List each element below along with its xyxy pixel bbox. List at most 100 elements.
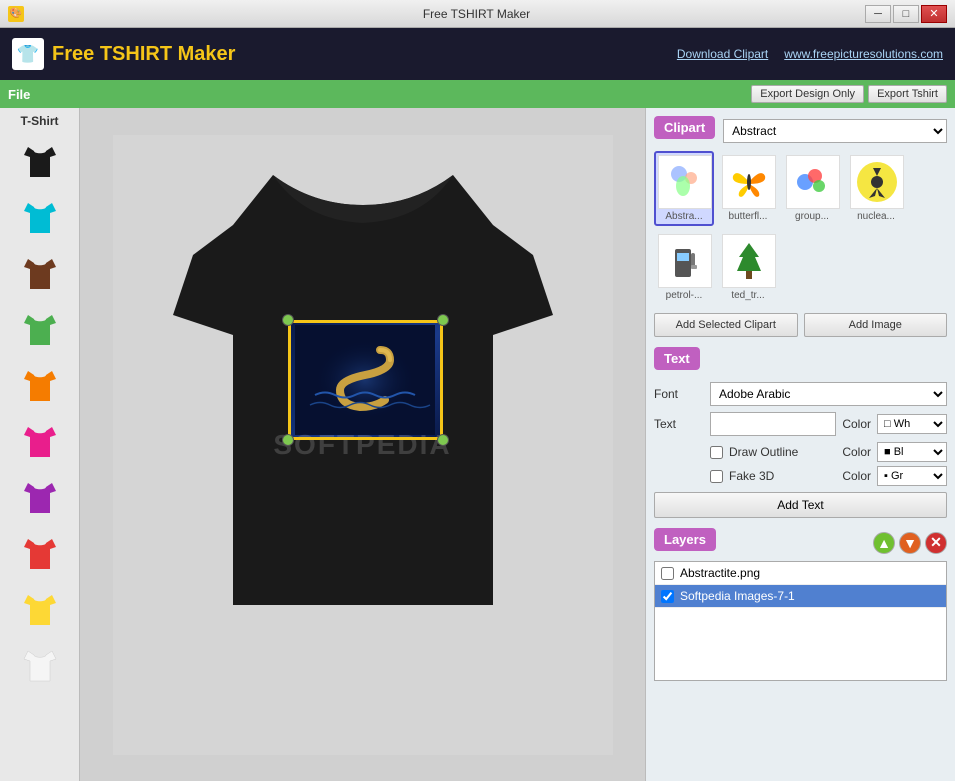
layer-up-button[interactable]: ▲ — [873, 532, 895, 554]
clipart-item-tedtr[interactable]: ted_tr... — [718, 230, 778, 305]
tshirt-color-red[interactable] — [10, 528, 70, 578]
layer-2-checkbox[interactable] — [661, 590, 674, 603]
tshirt-color-white[interactable] — [10, 640, 70, 690]
right-panel: Clipart Abstract Animals Nature Sports F… — [645, 108, 955, 781]
tshirt-color-panel: T-Shirt — [0, 108, 80, 781]
layers-list: Abstractite.png Softpedia Images-7-1 — [654, 561, 947, 681]
logo-tshirt: TSHIRT — [100, 43, 172, 65]
outline-color-label: Color — [842, 445, 871, 459]
clipart-section: Clipart Abstract Animals Nature Sports F… — [654, 116, 947, 337]
logo: 👕 Free TSHIRT Maker — [12, 38, 235, 70]
layers-section-header: Layers — [654, 528, 716, 551]
fake3d-row: Fake 3D Color ▪ Gr □ Wh ■ Bl — [654, 466, 947, 486]
font-row: Font Adobe Arabic Arial Times New Roman … — [654, 382, 947, 406]
text-section: Text Font Adobe Arabic Arial Times New R… — [654, 347, 947, 518]
handle-bottom-left[interactable] — [282, 434, 294, 446]
logo-maker: Maker — [172, 43, 235, 65]
clipart-actions: Add Selected Clipart Add Image — [654, 313, 947, 337]
draw-outline-label: Draw Outline — [729, 445, 836, 459]
fake3d-color-select[interactable]: ▪ Gr □ Wh ■ Bl — [877, 466, 947, 486]
clipart-item-nuclear[interactable]: nuclea... — [846, 151, 906, 226]
clipart-label-tedtr: ted_tr... — [722, 290, 774, 301]
layers-header-row: Layers ▲ ▼ ✕ — [654, 528, 947, 557]
export-tshirt-button[interactable]: Export Tshirt — [868, 85, 947, 103]
clipart-label-abstra: Abstra... — [658, 211, 710, 222]
app-title: Free TSHIRT Maker — [88, 7, 865, 21]
text-section-header: Text — [654, 347, 700, 370]
clipart-item-abstra[interactable]: Abstra... — [654, 151, 714, 226]
clipart-thumb-butterfly — [722, 155, 776, 209]
design-container[interactable] — [288, 320, 443, 440]
tshirt-color-purple[interactable] — [10, 472, 70, 522]
clipart-section-header: Clipart — [654, 116, 715, 139]
clipart-label-group: group... — [786, 211, 838, 222]
layer-1-checkbox[interactable] — [661, 567, 674, 580]
app-header: 👕 Free TSHIRT Maker Download Clipart www… — [0, 28, 955, 80]
clipart-item-group[interactable]: group... — [782, 151, 842, 226]
clipart-category-select[interactable]: Abstract Animals Nature Sports Food Trav… — [723, 119, 947, 143]
tshirt-color-brown[interactable] — [10, 248, 70, 298]
clipart-label-butterfly: butterfl... — [722, 211, 774, 222]
fake3d-color-label: Color — [842, 469, 871, 483]
clipart-thumb-petrol — [658, 234, 712, 288]
outline-color-select[interactable]: ■ Bl □ Wh — [877, 442, 947, 462]
text-row: Text Color □ Wh ■ Bl ■ Re — [654, 412, 947, 436]
tshirt-color-yellow[interactable] — [10, 584, 70, 634]
fake3d-label: Fake 3D — [729, 469, 836, 483]
tshirt-color-orange[interactable] — [10, 360, 70, 410]
menu-buttons: Export Design Only Export Tshirt — [751, 85, 947, 103]
layer-1-name: Abstractite.png — [680, 566, 940, 580]
add-image-button[interactable]: Add Image — [804, 313, 948, 337]
file-menu-label[interactable]: File — [8, 87, 30, 102]
clipart-label-petrol: petrol-... — [658, 290, 710, 301]
menu-bar: File Export Design Only Export Tshirt — [0, 80, 955, 108]
text-label: Text — [654, 417, 704, 431]
canvas-inner: SOFTPEDIA — [113, 135, 613, 755]
clipart-label-nuclear: nuclea... — [850, 211, 902, 222]
draw-outline-checkbox[interactable] — [710, 446, 723, 459]
clipart-thumb-abstra — [658, 155, 712, 209]
clipart-thumb-group — [786, 155, 840, 209]
logo-icon: 👕 — [12, 38, 44, 70]
export-design-button[interactable]: Export Design Only — [751, 85, 864, 103]
tshirt-color-cyan[interactable] — [10, 192, 70, 242]
add-clipart-button[interactable]: Add Selected Clipart — [654, 313, 798, 337]
handle-top-left[interactable] — [282, 314, 294, 326]
layer-controls: ▲ ▼ ✕ — [873, 532, 947, 554]
website-link[interactable]: www.freepicturesolutions.com — [784, 47, 943, 61]
main-content: T-Shirt — [0, 108, 955, 781]
clipart-thumb-nuclear — [850, 155, 904, 209]
layer-down-button[interactable]: ▼ — [899, 532, 921, 554]
tshirt-color-pink[interactable] — [10, 416, 70, 466]
layer-delete-button[interactable]: ✕ — [925, 532, 947, 554]
clipart-item-petrol[interactable]: petrol-... — [654, 230, 714, 305]
fake3d-checkbox[interactable] — [710, 470, 723, 483]
layers-section: Layers ▲ ▼ ✕ Abstractite.png Softpedia I… — [654, 528, 947, 681]
title-bar: 🎨 Free TSHIRT Maker ─ □ ✕ — [0, 0, 955, 28]
clipart-grid: Abstra... butterfl... group... — [654, 151, 947, 305]
layer-2-name: Softpedia Images-7-1 — [680, 589, 940, 603]
download-clipart-link[interactable]: Download Clipart — [677, 47, 768, 61]
font-select[interactable]: Adobe Arabic Arial Times New Roman Verda… — [710, 382, 947, 406]
maximize-button[interactable]: □ — [893, 5, 919, 23]
tshirt-color-black[interactable] — [10, 136, 70, 186]
font-label: Font — [654, 387, 704, 401]
text-color-label: Color — [842, 417, 871, 431]
layer-item-2[interactable]: Softpedia Images-7-1 — [655, 585, 946, 608]
design-border — [288, 320, 443, 440]
handle-top-right[interactable] — [437, 314, 449, 326]
clipart-item-butterfly[interactable]: butterfl... — [718, 151, 778, 226]
logo-text: Free TSHIRT Maker — [52, 43, 235, 66]
tshirt-panel-title: T-Shirt — [4, 114, 75, 128]
layer-item-1[interactable]: Abstractite.png — [655, 562, 946, 585]
close-button[interactable]: ✕ — [921, 5, 947, 23]
add-text-button[interactable]: Add Text — [654, 492, 947, 518]
outline-row: Draw Outline Color ■ Bl □ Wh — [654, 442, 947, 462]
tshirt-color-green[interactable] — [10, 304, 70, 354]
text-color-select[interactable]: □ Wh ■ Bl ■ Re — [877, 414, 947, 434]
minimize-button[interactable]: ─ — [865, 5, 891, 23]
logo-free: Free — [52, 43, 100, 65]
text-input[interactable] — [710, 412, 836, 436]
handle-bottom-right[interactable] — [437, 434, 449, 446]
header-links: Download Clipart www.freepicturesolution… — [677, 47, 943, 61]
